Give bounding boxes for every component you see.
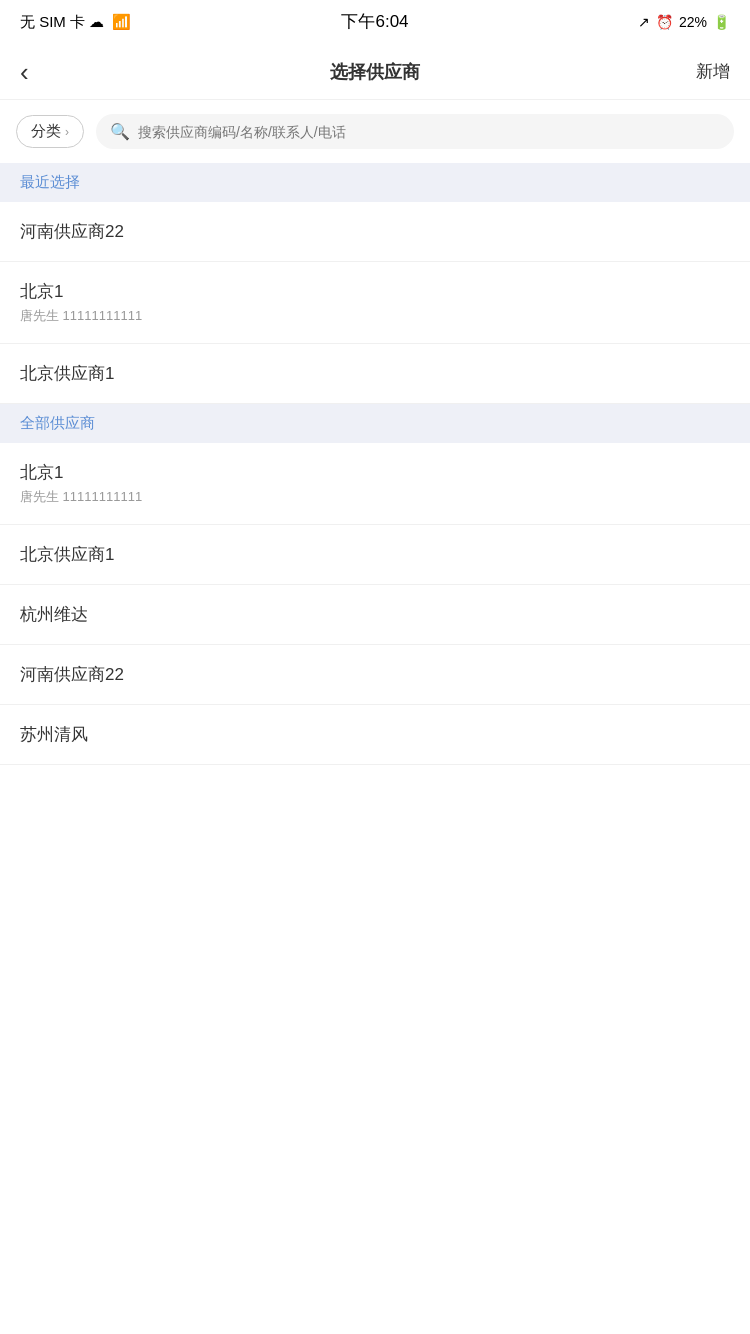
status-left: 无 SIM 卡 ☁ 📶 <box>20 13 131 32</box>
back-button[interactable]: ‹ <box>20 59 29 85</box>
status-time: 下午6:04 <box>341 10 408 33</box>
list-item[interactable]: 河南供应商22 <box>0 202 750 262</box>
recent-section-label: 最近选择 <box>20 173 80 190</box>
battery-percent: 22% <box>679 14 707 30</box>
list-item[interactable]: 苏州清风 <box>0 705 750 765</box>
wifi-icon: 📶 <box>112 13 131 31</box>
recent-section-header: 最近选择 <box>0 163 750 202</box>
item-sub: 唐先生 11111111111 <box>20 488 730 506</box>
list-item[interactable]: 北京供应商1 <box>0 525 750 585</box>
alarm-icon: ⏰ <box>656 14 673 30</box>
all-section-label: 全部供应商 <box>20 414 95 431</box>
item-name: 苏州清风 <box>20 723 730 746</box>
item-name: 杭州维达 <box>20 603 730 626</box>
item-name: 北京1 <box>20 461 730 484</box>
list-item[interactable]: 北京1 唐先生 11111111111 <box>0 443 750 525</box>
list-item[interactable]: 杭州维达 <box>0 585 750 645</box>
all-section-header: 全部供应商 <box>0 404 750 443</box>
search-area: 分类 › 🔍 <box>0 100 750 163</box>
add-button[interactable]: 新增 <box>696 60 730 83</box>
all-items-list: 北京1 唐先生 11111111111 北京供应商1 杭州维达河南供应商22 苏州清风 <box>0 443 750 765</box>
status-right: ↗ ⏰ 22% 🔋 <box>638 14 730 30</box>
item-sub: 唐先生 11111111111 <box>20 307 730 325</box>
location-icon: ↗ <box>638 14 650 30</box>
page-title: 选择供应商 <box>330 60 420 84</box>
list-item[interactable]: 北京1 唐先生 11111111111 <box>0 262 750 344</box>
item-name: 河南供应商22 <box>20 663 730 686</box>
search-box: 🔍 <box>96 114 734 149</box>
nav-bar: ‹ 选择供应商 新增 <box>0 44 750 100</box>
category-button[interactable]: 分类 › <box>16 115 84 148</box>
sim-status: 无 SIM 卡 ☁ <box>20 13 104 32</box>
chevron-right-icon: › <box>65 125 69 139</box>
search-icon: 🔍 <box>110 122 130 141</box>
list-item[interactable]: 河南供应商22 <box>0 645 750 705</box>
search-input[interactable] <box>138 124 720 140</box>
item-name: 河南供应商22 <box>20 220 730 243</box>
battery-icon: 🔋 <box>713 14 730 30</box>
item-name: 北京供应商1 <box>20 543 730 566</box>
item-name: 北京供应商1 <box>20 362 730 385</box>
recent-items-list: 河南供应商22 北京1 唐先生 11111111111 北京供应商1 <box>0 202 750 404</box>
item-name: 北京1 <box>20 280 730 303</box>
list-item[interactable]: 北京供应商1 <box>0 344 750 404</box>
status-bar: 无 SIM 卡 ☁ 📶 下午6:04 ↗ ⏰ 22% 🔋 <box>0 0 750 44</box>
category-label: 分类 <box>31 122 61 141</box>
